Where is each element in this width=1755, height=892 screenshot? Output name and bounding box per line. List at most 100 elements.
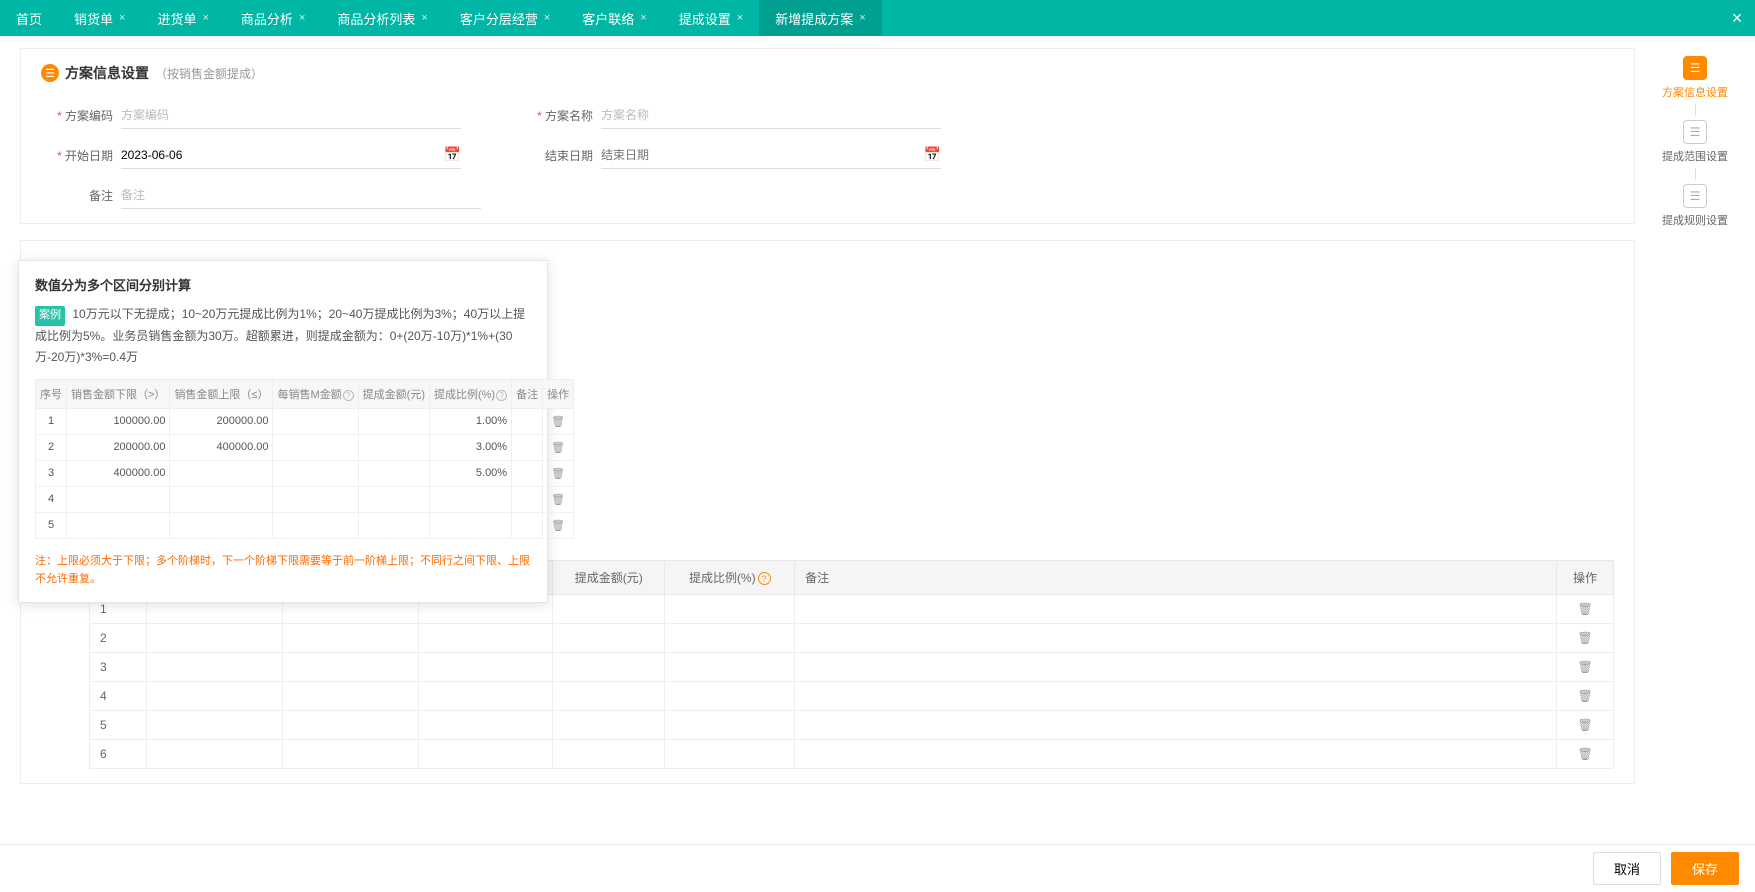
label-plan-code: 方案编码 xyxy=(41,107,121,124)
step-icon: ☰ xyxy=(1683,184,1707,208)
pop-col-header: 每销售M金额? xyxy=(273,379,358,408)
delete-icon[interactable]: 🗑 xyxy=(1577,689,1592,703)
tab-bar: 首页销货单×进货单×商品分析×商品分析列表×客户分层经营×客户联络×提成设置×新… xyxy=(0,0,1755,36)
pop-col-header: 序号 xyxy=(36,379,67,408)
tab-label: 新增提成方案 xyxy=(775,9,853,28)
tab-提成设置[interactable]: 提成设置 × xyxy=(663,0,759,36)
pop-col-header: 提成比例(%)? xyxy=(429,379,511,408)
cell-no: 3 xyxy=(90,653,147,682)
help-icon: ? xyxy=(496,390,507,401)
tab-close-icon[interactable]: × xyxy=(544,12,550,24)
tab-label: 进货单 xyxy=(157,9,196,28)
col-header: 操作 xyxy=(1557,561,1614,595)
label-end-date: 结束日期 xyxy=(521,147,601,164)
label-start-date: 开始日期 xyxy=(41,147,121,164)
cell-no: 4 xyxy=(90,682,147,711)
popover-note: 注：上限必须大于下限；多个阶梯时，下一个阶梯下限需要等于前一阶梯上限；不同行之间… xyxy=(35,553,531,588)
section-title: ☰ 方案信息设置 （按销售金额提成） xyxy=(41,63,1614,83)
side-step-1[interactable]: ☰ 提成范围设置 xyxy=(1662,120,1728,164)
tab-label: 提成设置 xyxy=(679,9,731,28)
cell-no: 5 xyxy=(90,711,147,740)
side-step-2[interactable]: ☰ 提成规则设置 xyxy=(1662,184,1728,228)
calendar-icon[interactable]: 📅 xyxy=(444,146,461,163)
popover-example: 案例 10万元以下无提成；10~20万元提成比例为1%；20~40万提成比例为3… xyxy=(35,304,531,369)
tab-close-icon[interactable]: × xyxy=(421,12,427,24)
tab-close-icon[interactable]: × xyxy=(299,12,305,24)
pop-col-header: 备注 xyxy=(512,379,543,408)
tab-商品分析[interactable]: 商品分析 × xyxy=(225,0,321,36)
section-title-text: 方案信息设置 xyxy=(65,63,149,83)
delete-icon[interactable]: 🗑 xyxy=(551,416,565,428)
pop-col-header: 操作 xyxy=(543,379,574,408)
footer-bar: 取消 保存 xyxy=(0,844,1755,892)
delete-icon[interactable]: 🗑 xyxy=(1577,631,1592,645)
delete-icon[interactable]: 🗑 xyxy=(1577,718,1592,732)
step-label: 提成规则设置 xyxy=(1662,212,1728,228)
label-remark: 备注 xyxy=(41,187,121,204)
start-date-field[interactable]: 📅 xyxy=(121,141,461,169)
tab-close-icon[interactable]: × xyxy=(737,12,743,24)
cell-no: 6 xyxy=(90,740,147,769)
table-row: 3🗑 xyxy=(90,653,1614,682)
tab-商品分析列表[interactable]: 商品分析列表 × xyxy=(321,0,443,36)
pop-col-header: 销售金额下限（>） xyxy=(67,379,170,408)
col-header: 提成金额(元) xyxy=(553,561,665,595)
pop-table-row: 3400000.005.00%🗑 xyxy=(36,460,574,486)
input-plan-code[interactable] xyxy=(121,101,461,129)
tab-销货单[interactable]: 销货单 × xyxy=(58,0,141,36)
tab-close-icon[interactable]: × xyxy=(202,12,208,24)
tab-close-icon[interactable]: × xyxy=(859,12,865,24)
save-button[interactable]: 保存 xyxy=(1671,852,1739,885)
pop-table-row: 1100000.00200000.001.00%🗑 xyxy=(36,408,574,434)
tab-label: 商品分析 xyxy=(241,9,293,28)
tab-进货单[interactable]: 进货单 × xyxy=(141,0,224,36)
tab-label: 销货单 xyxy=(74,9,113,28)
popover-table: 序号销售金额下限（>）销售金额上限（≤）每销售M金额?提成金额(元)提成比例(%… xyxy=(35,379,574,539)
tab-首页[interactable]: 首页 xyxy=(0,0,58,36)
section-subtitle: （按销售金额提成） xyxy=(155,65,263,82)
section-icon: ☰ xyxy=(41,64,59,82)
tab-label: 商品分析列表 xyxy=(337,9,415,28)
input-remark[interactable] xyxy=(121,181,481,209)
step-label: 方案信息设置 xyxy=(1662,84,1728,100)
col-header: 提成比例(%)? xyxy=(665,561,795,595)
delete-icon[interactable]: 🗑 xyxy=(1577,747,1592,761)
delete-icon[interactable]: 🗑 xyxy=(551,494,565,506)
table-row: 4🗑 xyxy=(90,682,1614,711)
example-tag: 案例 xyxy=(35,306,65,326)
step-icon: ☰ xyxy=(1683,120,1707,144)
step-label: 提成范围设置 xyxy=(1662,148,1728,164)
delete-icon[interactable]: 🗑 xyxy=(551,468,565,480)
delete-icon[interactable]: 🗑 xyxy=(551,442,565,454)
pop-table-row: 2200000.00400000.003.00%🗑 xyxy=(36,434,574,460)
help-icon[interactable]: ? xyxy=(758,572,771,585)
help-icon: ? xyxy=(343,390,354,401)
close-icon[interactable]: × xyxy=(1719,0,1755,36)
tab-客户联络[interactable]: 客户联络× xyxy=(566,0,662,36)
tab-close-icon[interactable]: × xyxy=(119,12,125,24)
table-row: 6🗑 xyxy=(90,740,1614,769)
form-grid: 方案编码 方案名称 开始日期 📅 结束日期 📅 xyxy=(41,101,941,209)
delete-icon[interactable]: 🗑 xyxy=(1577,602,1592,616)
input-plan-name[interactable] xyxy=(601,101,941,129)
pop-table-row: 4🗑 xyxy=(36,486,574,512)
side-step-0[interactable]: ☰方案信息设置 xyxy=(1662,56,1728,100)
tab-label: 首页 xyxy=(16,9,42,28)
tab-客户分层经营[interactable]: 客户分层经营 × xyxy=(444,0,566,36)
pop-table-row: 5🗑 xyxy=(36,512,574,538)
input-end-date[interactable] xyxy=(601,148,924,162)
delete-icon[interactable]: 🗑 xyxy=(551,520,565,532)
input-start-date[interactable] xyxy=(121,148,444,162)
delete-icon[interactable]: 🗑 xyxy=(1577,660,1592,674)
cancel-button[interactable]: 取消 xyxy=(1593,852,1661,885)
end-date-field[interactable]: 📅 xyxy=(601,141,941,169)
tab-新增提成方案[interactable]: 新增提成方案 × xyxy=(759,0,881,36)
cell-no: 2 xyxy=(90,624,147,653)
calendar-icon[interactable]: 📅 xyxy=(924,146,941,163)
section-plan-info: ☰ 方案信息设置 （按销售金额提成） 方案编码 方案名称 开始日期 📅 结束 xyxy=(20,48,1635,224)
tab-close-icon[interactable]: × xyxy=(640,12,646,24)
tab-label: 客户分层经营 xyxy=(460,9,538,28)
pop-col-header: 提成金额(元) xyxy=(358,379,429,408)
side-nav: ☰方案信息设置 ☰ 提成范围设置 ☰ 提成规则设置 xyxy=(1655,56,1735,228)
label-plan-name: 方案名称 xyxy=(521,107,601,124)
